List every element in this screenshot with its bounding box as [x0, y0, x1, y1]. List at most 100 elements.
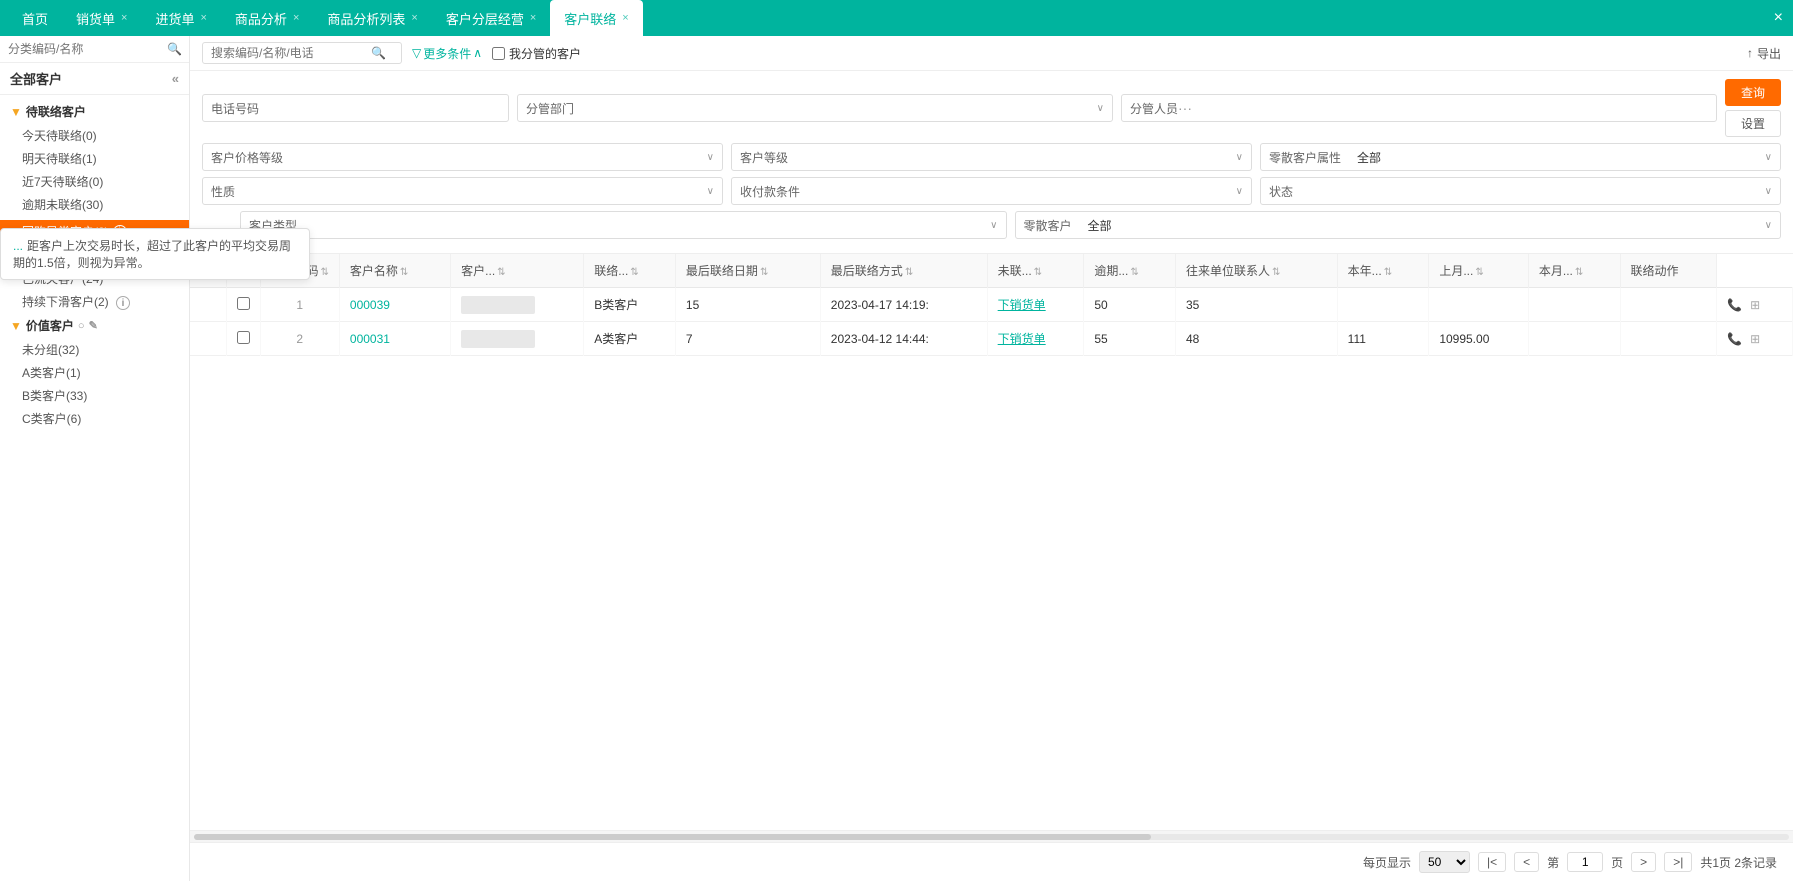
sort-icon-type[interactable]: ⇅ — [497, 267, 505, 278]
nav-tab-analysis[interactable]: 商品分析 × — [221, 0, 313, 36]
row-name: ████ — [451, 322, 584, 356]
sidebar-item-a-class[interactable]: A类客户(1) — [0, 361, 189, 384]
query-button[interactable]: 查询 — [1725, 79, 1781, 106]
sort-icon-this-month[interactable]: ⇅ — [1575, 267, 1583, 278]
sort-icon-unreplied[interactable]: ⇅ — [1034, 267, 1042, 278]
filter-manager[interactable]: 分管人员 ··· — [1121, 94, 1717, 122]
search-input[interactable] — [211, 46, 371, 60]
filter-row-3: 性质 ∨ 收付款条件 ∨ 状态 ∨ — [202, 177, 1781, 205]
next-page-button[interactable]: > — [1631, 852, 1656, 872]
filter-bar-top: 🔍 ▽ 更多条件 ∧ 我分管的客户 ↑ 导出 — [190, 36, 1793, 71]
manager-ellipsis[interactable]: ··· — [1178, 100, 1208, 116]
row-settings[interactable] — [190, 322, 226, 356]
filter-phone[interactable]: 电话号码 — [202, 94, 509, 122]
sidebar-item-7days[interactable]: 近7天待联络(0) — [0, 170, 189, 193]
sidebar-search-input[interactable] — [8, 42, 163, 56]
chevron-down-icon-dept: ∨ — [1097, 103, 1104, 114]
sort-icon-last-month[interactable]: ⇅ — [1475, 267, 1483, 278]
sidebar-item-b-class[interactable]: B类客户(33) — [0, 384, 189, 407]
sidebar-collapse-button[interactable]: « — [172, 71, 179, 86]
sidebar-item-today[interactable]: 今天待联络(0) — [0, 124, 189, 147]
window-close-button[interactable]: × — [1774, 9, 1783, 27]
more-action-icon[interactable]: ⊞ — [1750, 332, 1760, 346]
settings-button[interactable]: 设置 — [1725, 110, 1781, 137]
row-last-method[interactable]: 下销货单 — [987, 288, 1084, 322]
nav-tab-home[interactable]: 首页 — [8, 0, 62, 36]
my-customers-checkbox[interactable] — [492, 47, 505, 60]
filter-retail-attr[interactable]: 零散客户属性 全部 ∨ — [1260, 143, 1781, 171]
sort-icon-contact[interactable]: ⇅ — [630, 267, 638, 278]
close-sales-icon[interactable]: × — [121, 12, 127, 24]
close-customer-tier-icon[interactable]: × — [530, 12, 536, 24]
phone-action-icon[interactable]: 📞 — [1727, 298, 1742, 312]
filter-dept[interactable]: 分管部门 ∨ — [517, 94, 1113, 122]
sidebar-item-declining[interactable]: 持续下滑客户(2) i — [0, 290, 189, 314]
per-page-select[interactable]: 50 100 200 — [1419, 851, 1470, 873]
filter-gender[interactable]: 性质 ∨ — [202, 177, 723, 205]
sidebar-group-pending[interactable]: ▼ 待联络客户 — [0, 99, 189, 124]
row-overdue: 48 — [1175, 322, 1337, 356]
edit-icon[interactable]: ✎ — [89, 319, 98, 332]
prev-page-button[interactable]: < — [1514, 852, 1539, 872]
info-icon-declining[interactable]: i — [116, 296, 130, 310]
row-last-month — [1528, 322, 1620, 356]
nav-tab-sales[interactable]: 销货单 × — [62, 0, 141, 36]
search-icon[interactable]: 🔍 — [371, 46, 386, 60]
row-checkbox[interactable] — [237, 297, 250, 310]
last-page-button[interactable]: >| — [1664, 852, 1692, 872]
filter-price-level[interactable]: 客户价格等级 ∨ — [202, 143, 723, 171]
scrollbar-thumb[interactable] — [194, 834, 1151, 840]
row-company-contacts: 111 — [1337, 322, 1429, 356]
sort-icon-method[interactable]: ⇅ — [905, 267, 913, 278]
sort-icon-company[interactable]: ⇅ — [1272, 267, 1280, 278]
tooltip-dots[interactable]: ... — [13, 239, 23, 253]
more-conditions-button[interactable]: ▽ 更多条件 ∧ — [412, 45, 482, 62]
filter-customer-type[interactable]: 客户类型 ∨ — [240, 211, 1007, 239]
top-nav: 首页 销货单 × 进货单 × 商品分析 × 商品分析列表 × 客户分层经营 × … — [0, 0, 1793, 36]
nav-tab-purchase[interactable]: 进货单 × — [141, 0, 220, 36]
sidebar-item-c-class[interactable]: C类客户(6) — [0, 407, 189, 430]
first-page-button[interactable]: |< — [1478, 852, 1506, 872]
row-code[interactable]: 000039 — [339, 288, 450, 322]
row-this-month — [1620, 288, 1717, 322]
page-input[interactable] — [1567, 852, 1603, 872]
sidebar-item-overdue[interactable]: 逾期未联络(30) — [0, 193, 189, 216]
filter-status[interactable]: 状态 ∨ — [1260, 177, 1781, 205]
my-customers-label: 我分管的客户 — [509, 45, 581, 62]
horizontal-scrollbar[interactable] — [190, 830, 1793, 842]
sort-icon-year[interactable]: ⇅ — [1384, 267, 1392, 278]
row-last-method[interactable]: 下销货单 — [987, 322, 1084, 356]
close-purchase-icon[interactable]: × — [200, 12, 206, 24]
nav-tab-customer-contact[interactable]: 客户联络 × — [550, 0, 642, 36]
chevron-down-icon-type: ∨ — [990, 220, 997, 231]
edit-value-icon[interactable]: ○ — [78, 320, 85, 332]
main-layout: 🔍 全部客户 « ▼ 待联络客户 今天待联络(0) 明天待联络(1) 近7天待联… — [0, 36, 1793, 881]
filter-retail-customer[interactable]: 零散客户 全部 ∨ — [1015, 211, 1782, 239]
phone-action-icon[interactable]: 📞 — [1727, 332, 1742, 346]
close-analysis-list-icon[interactable]: × — [411, 12, 417, 24]
nav-tab-analysis-list[interactable]: 商品分析列表 × — [313, 0, 431, 36]
close-analysis-icon[interactable]: × — [293, 12, 299, 24]
sidebar-item-tomorrow[interactable]: 明天待联络(1) — [0, 147, 189, 170]
sort-icon-last-date[interactable]: ⇅ — [760, 267, 768, 278]
more-action-icon[interactable]: ⊞ — [1750, 298, 1760, 312]
sidebar: 🔍 全部客户 « ▼ 待联络客户 今天待联络(0) 明天待联络(1) 近7天待联… — [0, 36, 190, 881]
row-checkbox[interactable] — [237, 331, 250, 344]
chevron-down-icon-retail: ∨ — [1765, 152, 1772, 163]
sidebar-divider-value[interactable]: ▼ 价值客户 ○ ✎ — [0, 313, 189, 338]
row-code[interactable]: 000031 — [339, 322, 450, 356]
close-customer-contact-icon[interactable]: × — [622, 12, 628, 24]
filter-customer-level[interactable]: 客户等级 ∨ — [731, 143, 1252, 171]
pagination-bar: 每页显示 50 100 200 |< < 第 页 > >| 共1页 2条记录 — [190, 842, 1793, 881]
sidebar-search-icon[interactable]: 🔍 — [167, 42, 182, 56]
row-action: 📞 ⊞ — [1717, 322, 1793, 356]
filter-payment[interactable]: 收付款条件 ∨ — [731, 177, 1252, 205]
sort-icon-code[interactable]: ⇅ — [321, 267, 329, 278]
export-button[interactable]: ↑ 导出 — [1747, 45, 1781, 62]
nav-tab-customer-tier[interactable]: 客户分层经营 × — [432, 0, 550, 36]
sort-icon-overdue[interactable]: ⇅ — [1130, 267, 1138, 278]
sidebar-item-unclassified[interactable]: 未分组(32) — [0, 338, 189, 361]
row-settings[interactable] — [190, 288, 226, 322]
sidebar-header: 全部客户 « — [0, 63, 189, 95]
sort-icon-name[interactable]: ⇅ — [400, 267, 408, 278]
